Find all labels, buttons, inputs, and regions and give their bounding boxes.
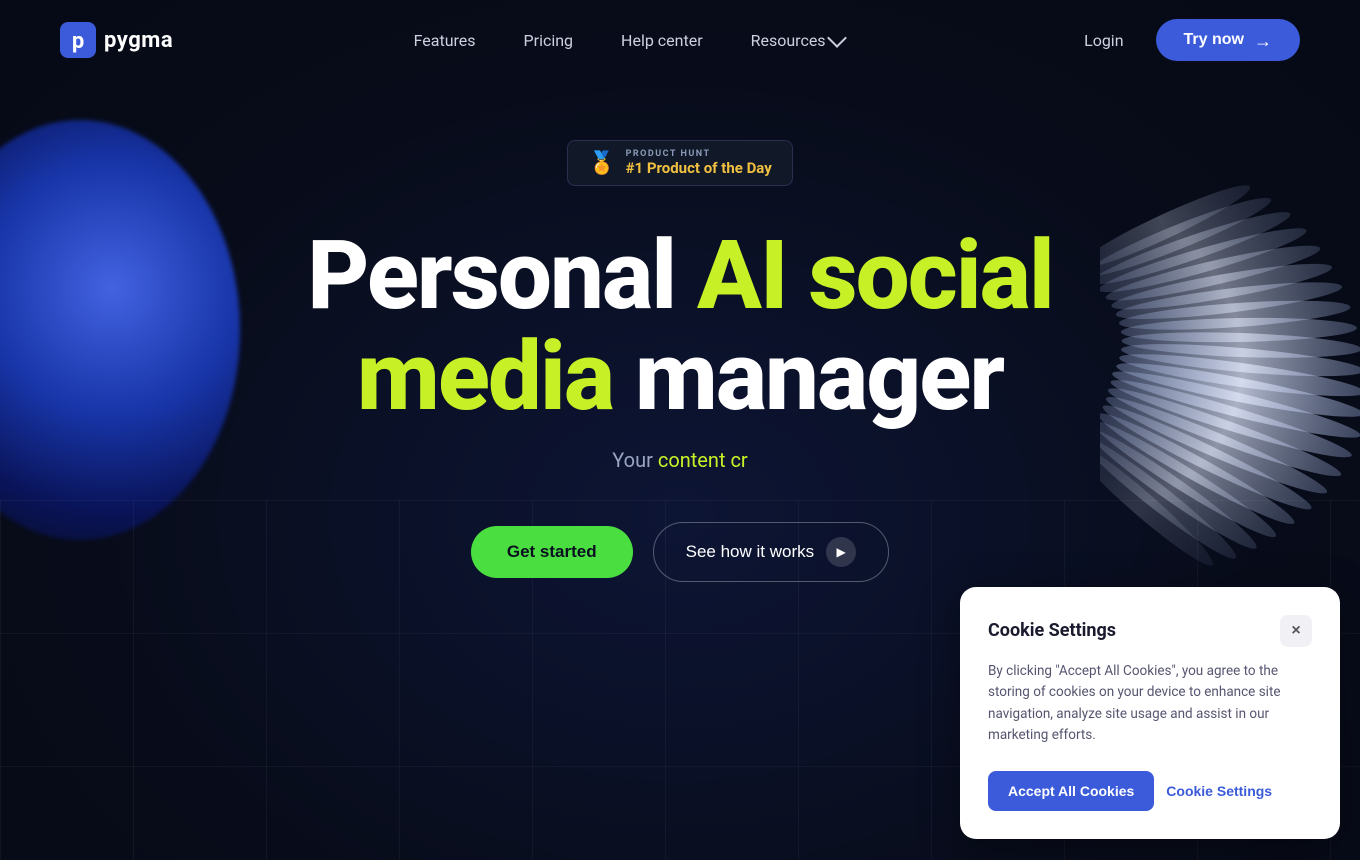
arrow-right-icon	[1254, 31, 1272, 49]
hero-subtext: Your content cr	[612, 448, 747, 472]
headline-personal: Personal	[307, 220, 675, 332]
main-headline: Personal AI social media manager	[307, 226, 1053, 428]
get-started-button[interactable]: Get started	[471, 526, 633, 578]
subtext-link: content cr	[658, 448, 748, 472]
navigation: p pygma Features Pricing Help center Res…	[0, 0, 1360, 80]
nav-right: Login Try now	[1084, 19, 1300, 61]
nav-item-help[interactable]: Help center	[621, 31, 703, 50]
chevron-down-icon	[827, 28, 847, 48]
logo-text: pygma	[104, 28, 173, 53]
resources-dropdown[interactable]: Resources	[751, 31, 844, 50]
cookie-header: Cookie Settings ×	[988, 615, 1312, 647]
cookie-settings-button[interactable]: Cookie Settings	[1166, 783, 1272, 799]
subtext-static: Your	[612, 448, 653, 472]
play-icon: ▶	[826, 537, 856, 567]
nav-item-features[interactable]: Features	[414, 31, 476, 50]
nav-link-pricing[interactable]: Pricing	[524, 31, 574, 50]
hero-section: 🏅 PRODUCT HUNT #1 Product of the Day Per…	[0, 80, 1360, 642]
nav-link-features[interactable]: Features	[414, 31, 476, 50]
login-link[interactable]: Login	[1084, 31, 1123, 50]
cta-buttons: Get started See how it works ▶	[471, 522, 889, 582]
cookie-actions: Accept All Cookies Cookie Settings	[988, 771, 1312, 811]
see-how-label: See how it works	[686, 542, 815, 562]
nav-links: Features Pricing Help center Resources	[414, 31, 844, 50]
headline-media: media	[357, 321, 613, 433]
product-hunt-label: PRODUCT HUNT	[626, 149, 711, 159]
badge-text: PRODUCT HUNT #1 Product of the Day	[626, 149, 772, 177]
try-now-label: Try now	[1184, 31, 1244, 49]
logo[interactable]: p pygma	[60, 22, 173, 58]
product-hunt-badge: 🏅 PRODUCT HUNT #1 Product of the Day	[567, 140, 793, 186]
nav-link-help[interactable]: Help center	[621, 31, 703, 50]
cookie-banner: Cookie Settings × By clicking "Accept Al…	[960, 587, 1340, 839]
pygma-logo-icon: p	[60, 22, 96, 58]
resources-label: Resources	[751, 31, 826, 50]
cookie-body-text: By clicking "Accept All Cookies", you ag…	[988, 661, 1312, 747]
try-now-button[interactable]: Try now	[1156, 19, 1300, 61]
medal-icon: 🏅	[588, 151, 615, 176]
headline-ai-social: AI social	[697, 220, 1053, 332]
see-how-button[interactable]: See how it works ▶	[653, 522, 890, 582]
svg-text:p: p	[72, 29, 84, 54]
nav-item-resources[interactable]: Resources	[751, 31, 844, 50]
nav-item-pricing[interactable]: Pricing	[524, 31, 574, 50]
product-of-day-title: #1 Product of the Day	[626, 159, 772, 177]
cookie-close-button[interactable]: ×	[1280, 615, 1312, 647]
accept-all-cookies-button[interactable]: Accept All Cookies	[988, 771, 1154, 811]
headline-manager: manager	[635, 321, 1003, 433]
cookie-title: Cookie Settings	[988, 620, 1116, 641]
